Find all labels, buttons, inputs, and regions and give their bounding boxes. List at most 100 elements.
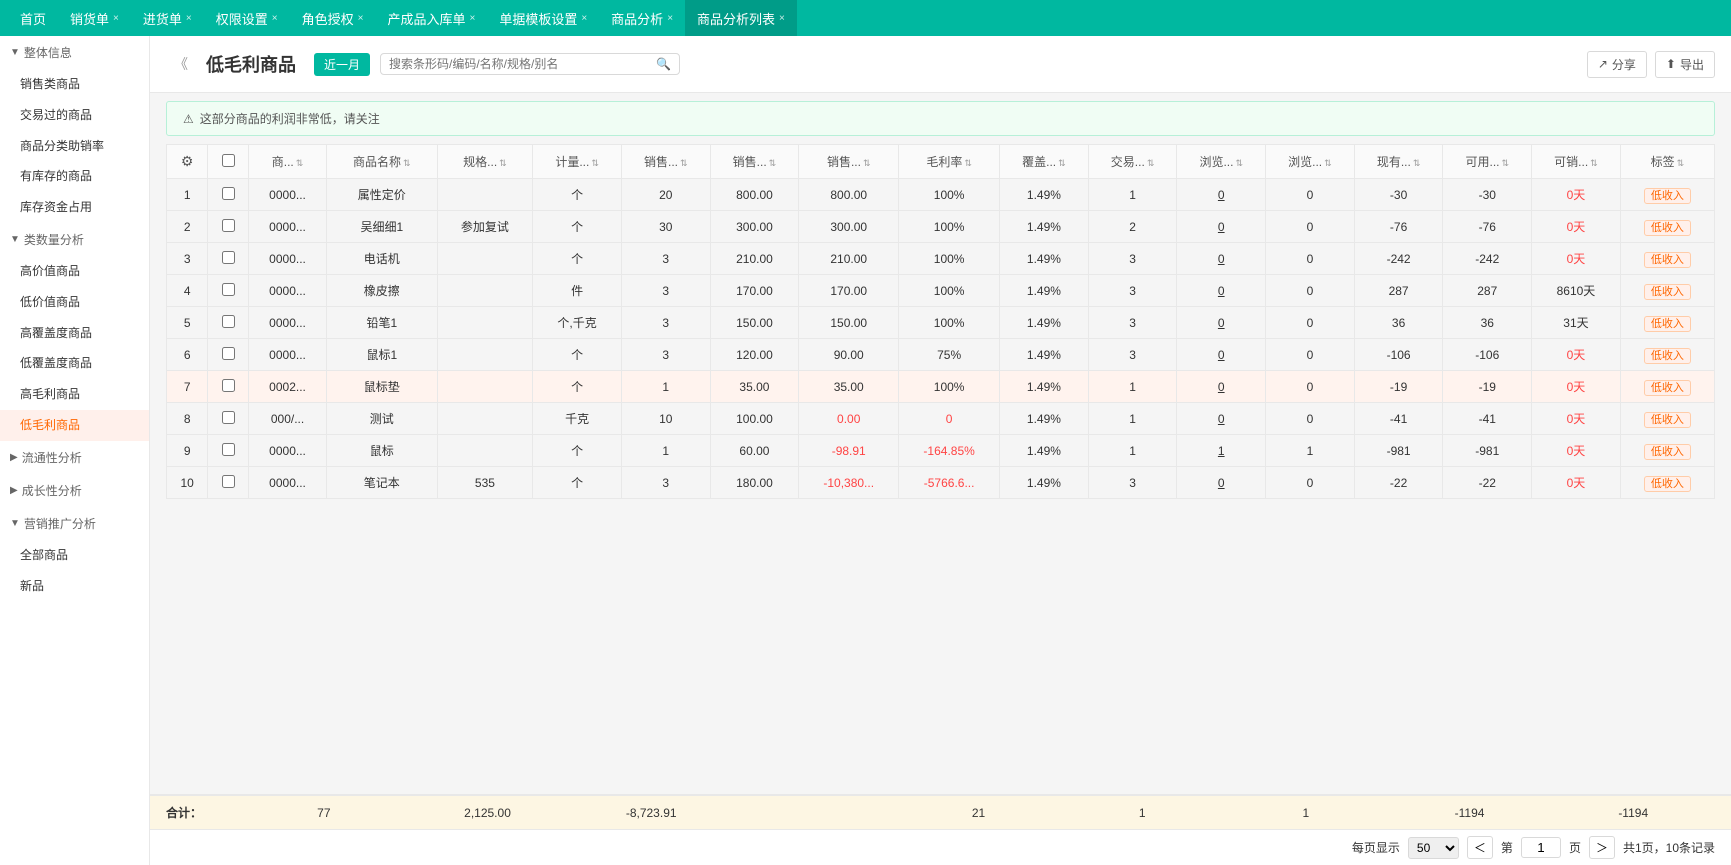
col-checkbox[interactable] bbox=[208, 145, 249, 179]
col-trade[interactable]: 交易...⇅ bbox=[1088, 145, 1177, 179]
cell-browse1[interactable]: 0 bbox=[1177, 243, 1266, 275]
cell-browse1[interactable]: 0 bbox=[1177, 467, 1266, 499]
close-product-analysis-icon[interactable]: × bbox=[667, 13, 673, 24]
cell-checkbox[interactable] bbox=[208, 179, 249, 211]
col-name[interactable]: 商品名称⇅ bbox=[326, 145, 437, 179]
export-button[interactable]: ⬆ 导出 bbox=[1655, 51, 1715, 78]
sidebar-collapse-button[interactable]: 《 bbox=[166, 46, 196, 82]
cell-browse1[interactable]: 0 bbox=[1177, 339, 1266, 371]
nav-product-entry[interactable]: 产成品入库单 × bbox=[375, 0, 487, 36]
cell-name[interactable]: 属性定价 bbox=[326, 179, 437, 211]
sidebar-item-all-products[interactable]: 全部商品 bbox=[0, 540, 149, 571]
nav-permissions[interactable]: 权限设置 × bbox=[204, 0, 290, 36]
col-browse1[interactable]: 浏览...⇅ bbox=[1177, 145, 1266, 179]
cell-name[interactable]: 测试 bbox=[326, 403, 437, 435]
cell-name[interactable]: 橡皮擦 bbox=[326, 275, 437, 307]
search-input[interactable] bbox=[389, 57, 656, 71]
col-gross-rate[interactable]: 毛利率⇅ bbox=[899, 145, 1000, 179]
sidebar-section-liquidity[interactable]: ▶ 流通性分析 bbox=[0, 441, 149, 474]
sidebar-item-low-margin[interactable]: 低毛利商品 bbox=[0, 410, 149, 441]
cell-browse1[interactable]: 0 bbox=[1177, 179, 1266, 211]
sidebar-section-marketing[interactable]: ▼ 营销推广分析 bbox=[0, 507, 149, 540]
nav-product-analysis[interactable]: 商品分析 × bbox=[599, 0, 685, 36]
sidebar-item-low-value[interactable]: 低价值商品 bbox=[0, 287, 149, 318]
sidebar-item-category-sales-rate[interactable]: 商品分类助销率 bbox=[0, 131, 149, 162]
settings-icon[interactable]: ⚙ bbox=[181, 153, 194, 169]
cell-browse1[interactable]: 0 bbox=[1177, 403, 1266, 435]
sidebar-section-quantity[interactable]: ▼ 类数量分析 bbox=[0, 223, 149, 256]
close-template-settings-icon[interactable]: × bbox=[581, 13, 587, 24]
select-all-checkbox[interactable] bbox=[222, 154, 235, 167]
nav-role-auth[interactable]: 角色授权 × bbox=[290, 0, 376, 36]
cell-name[interactable]: 鼠标垫 bbox=[326, 371, 437, 403]
cell-name[interactable]: 吴细细1 bbox=[326, 211, 437, 243]
col-current-stock[interactable]: 现有...⇅ bbox=[1354, 145, 1443, 179]
col-sales-amount[interactable]: 销售...⇅ bbox=[799, 145, 899, 179]
cell-checkbox[interactable] bbox=[208, 211, 249, 243]
sidebar-item-high-margin[interactable]: 高毛利商品 bbox=[0, 379, 149, 410]
cell-checkbox[interactable] bbox=[208, 467, 249, 499]
col-unit[interactable]: 计量...⇅ bbox=[533, 145, 622, 179]
col-available[interactable]: 可用...⇅ bbox=[1443, 145, 1532, 179]
cell-browse1[interactable]: 0 bbox=[1177, 371, 1266, 403]
cell-checkbox[interactable] bbox=[208, 339, 249, 371]
col-tag[interactable]: 标签⇅ bbox=[1620, 145, 1714, 179]
prev-page-button[interactable]: ＜ bbox=[1467, 836, 1493, 859]
search-box[interactable]: 🔍 bbox=[380, 53, 680, 75]
sidebar-item-in-stock-products[interactable]: 有库存的商品 bbox=[0, 161, 149, 192]
sidebar-item-sales-products[interactable]: 销售类商品 bbox=[0, 69, 149, 100]
close-permissions-icon[interactable]: × bbox=[272, 13, 278, 24]
close-product-analysis-list-icon[interactable]: × bbox=[779, 13, 785, 24]
cell-num: 6 bbox=[167, 339, 208, 371]
cell-name[interactable]: 鼠标1 bbox=[326, 339, 437, 371]
sidebar-item-new-products[interactable]: 新品 bbox=[0, 571, 149, 602]
sidebar-item-high-value[interactable]: 高价值商品 bbox=[0, 256, 149, 287]
share-button[interactable]: ↗ 分享 bbox=[1587, 51, 1647, 78]
page-number-input[interactable] bbox=[1521, 837, 1561, 858]
cell-current-stock: 36 bbox=[1354, 307, 1443, 339]
col-settings[interactable]: ⚙ bbox=[167, 145, 208, 179]
sidebar-item-stock-capital[interactable]: 库存资金占用 bbox=[0, 192, 149, 223]
col-browse2[interactable]: 浏览...⇅ bbox=[1266, 145, 1355, 179]
nav-sales-order[interactable]: 销货单 × bbox=[58, 0, 131, 36]
col-spec[interactable]: 规格...⇅ bbox=[437, 145, 533, 179]
date-filter-button[interactable]: 近一月 bbox=[314, 53, 370, 76]
next-page-button[interactable]: ＞ bbox=[1589, 836, 1615, 859]
sidebar-item-high-coverage[interactable]: 高覆盖度商品 bbox=[0, 318, 149, 349]
per-page-select[interactable]: 50 20 100 bbox=[1408, 837, 1459, 859]
cell-name[interactable]: 电话机 bbox=[326, 243, 437, 275]
cell-browse1[interactable]: 0 bbox=[1177, 275, 1266, 307]
nav-purchase-order[interactable]: 进货单 × bbox=[131, 0, 204, 36]
cell-sellable: 0天 bbox=[1532, 403, 1621, 435]
cell-checkbox[interactable] bbox=[208, 435, 249, 467]
cell-name[interactable]: 鼠标 bbox=[326, 435, 437, 467]
nav-home[interactable]: 首页 bbox=[8, 0, 58, 36]
cell-checkbox[interactable] bbox=[208, 371, 249, 403]
cell-browse1[interactable]: 1 bbox=[1177, 435, 1266, 467]
col-sales-price[interactable]: 销售...⇅ bbox=[710, 145, 799, 179]
cell-checkbox[interactable] bbox=[208, 243, 249, 275]
sidebar-section-overall[interactable]: ▼ 整体信息 bbox=[0, 36, 149, 69]
search-icon[interactable]: 🔍 bbox=[656, 57, 671, 71]
cell-browse1[interactable]: 0 bbox=[1177, 307, 1266, 339]
cell-available: -76 bbox=[1443, 211, 1532, 243]
col-code[interactable]: 商...⇅ bbox=[249, 145, 327, 179]
cell-checkbox[interactable] bbox=[208, 307, 249, 339]
cell-browse1[interactable]: 0 bbox=[1177, 211, 1266, 243]
sidebar-item-low-coverage[interactable]: 低覆盖度商品 bbox=[0, 348, 149, 379]
col-sellable[interactable]: 可销...⇅ bbox=[1532, 145, 1621, 179]
close-purchase-order-icon[interactable]: × bbox=[186, 13, 192, 24]
close-role-auth-icon[interactable]: × bbox=[358, 13, 364, 24]
nav-product-analysis-list[interactable]: 商品分析列表 × bbox=[685, 0, 797, 36]
sidebar-item-traded-products[interactable]: 交易过的商品 bbox=[0, 100, 149, 131]
cell-name[interactable]: 笔记本 bbox=[326, 467, 437, 499]
cell-checkbox[interactable] bbox=[208, 275, 249, 307]
cell-name[interactable]: 铅笔1 bbox=[326, 307, 437, 339]
close-sales-order-icon[interactable]: × bbox=[113, 13, 119, 24]
nav-template-settings[interactable]: 单据模板设置 × bbox=[487, 0, 599, 36]
close-product-entry-icon[interactable]: × bbox=[469, 13, 475, 24]
cell-checkbox[interactable] bbox=[208, 403, 249, 435]
sidebar-section-growth[interactable]: ▶ 成长性分析 bbox=[0, 474, 149, 507]
col-sales-qty[interactable]: 销售...⇅ bbox=[621, 145, 710, 179]
col-coverage[interactable]: 覆盖...⇅ bbox=[1000, 145, 1089, 179]
